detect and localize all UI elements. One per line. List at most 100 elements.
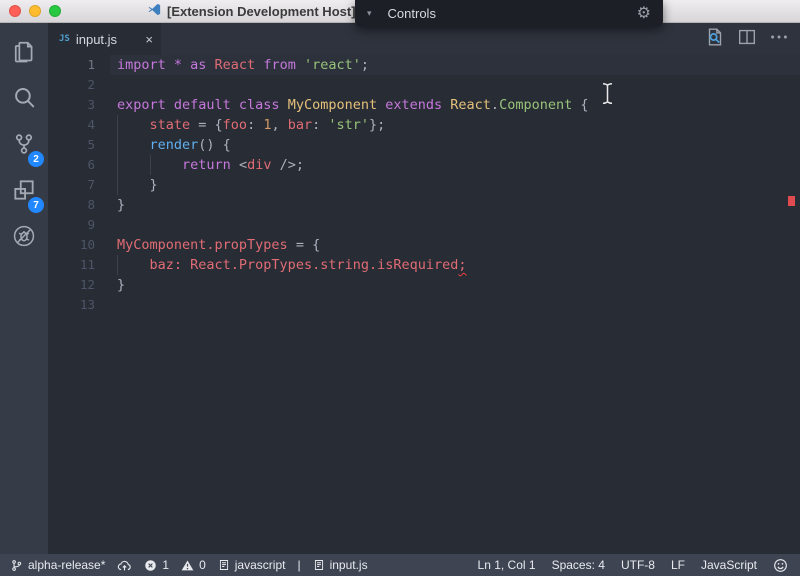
line-number: 8 [48,195,110,215]
split-editor-icon [736,26,758,53]
status-encoding[interactable]: UTF-8 [621,558,655,572]
indent-guide [117,175,118,195]
activity-item-source-control[interactable]: 2 [0,123,48,169]
tab-input-js[interactable]: JS input.js × [48,23,161,55]
code-line-9[interactable]: 9 [48,215,800,235]
code-token: React [450,97,491,113]
code-token: />; [271,157,304,173]
code-token: from [263,57,296,73]
overview-ruler[interactable] [786,55,800,554]
code-token: import * as [117,57,215,73]
code-line-12[interactable]: 12} [48,275,800,295]
activity-item-explorer[interactable] [0,31,48,77]
status-linter-language[interactable]: javascript [218,558,286,572]
line-content: render() { [110,135,231,155]
line-number: 4 [48,115,110,135]
line-number: 10 [48,235,110,255]
vscode-window: { "window": { "title": "[Extension Devel… [0,0,800,576]
activity-item-extensions[interactable]: 7 [0,169,48,215]
error-mark [788,196,795,206]
traffic-lights [0,5,61,17]
status-git-branch[interactable]: alpha-release* [10,558,105,572]
code-token: extends [385,97,442,113]
tab-close-icon[interactable]: × [145,32,153,47]
code-token: ; [458,257,466,273]
indent-guide [117,115,118,135]
code-token [117,117,150,133]
status-warnings[interactable]: 0 [181,558,206,572]
zoom-window-button[interactable] [49,5,61,17]
line-content: state = {foo: 1, bar: 'str'}; [110,115,385,135]
line-content [110,295,117,315]
status-feedback[interactable] [773,558,788,573]
smiley-icon [773,558,788,573]
code-line-4[interactable]: 4 state = {foo: 1, bar: 'str'}; [48,115,800,135]
code-line-10[interactable]: 10MyComponent.propTypes = { [48,235,800,255]
line-content: export default class MyComponent extends… [110,95,588,115]
status-publish[interactable] [117,558,132,573]
code-token: } [117,177,158,193]
status-errors[interactable]: 1 [144,558,169,572]
status-label: UTF-8 [621,558,655,572]
code-token [117,257,150,273]
status-indentation[interactable]: Spaces: 4 [552,558,605,572]
code-token: MyComponent [288,97,377,113]
line-number: 12 [48,275,110,295]
code-token: () { [198,137,231,153]
line-number: 1 [48,55,110,75]
status-linter-file[interactable]: input.js [313,558,368,572]
file-note-icon [313,559,325,571]
code-editor[interactable]: 1import * as React from 'react';23export… [48,55,800,554]
git-branch-small-icon [10,559,23,572]
status-label: 0 [199,558,206,572]
code-line-8[interactable]: 8} [48,195,800,215]
status-label: JavaScript [701,558,757,572]
minimize-window-button[interactable] [29,5,41,17]
code-line-2[interactable]: 2 [48,75,800,95]
explorer-icon [11,39,37,70]
search-icon [11,85,37,116]
code-token: foo [223,117,247,133]
line-number: 3 [48,95,110,115]
status-language-mode[interactable]: JavaScript [701,558,757,572]
code-token: bar [288,117,312,133]
activity-item-debug[interactable] [0,215,48,261]
status-label: | [297,558,300,572]
code-line-5[interactable]: 5 render() { [48,135,800,155]
code-token: MyComponent.propTypes [117,237,288,253]
more-actions-button[interactable] [766,26,792,52]
close-window-button[interactable] [9,5,21,17]
activity-item-search[interactable] [0,77,48,123]
indent-guide [117,155,118,175]
indent-guide [150,155,151,175]
editor-actions [702,23,792,55]
code-line-1[interactable]: 1import * as React from 'react'; [48,55,800,75]
open-preview-icon [704,26,726,53]
status-eol[interactable]: LF [671,558,685,572]
code-token: { [572,97,588,113]
code-line-7[interactable]: 7 } [48,175,800,195]
chevron-down-icon[interactable]: ▾ [367,8,372,19]
line-content: } [110,275,125,295]
code-line-13[interactable]: 13 [48,295,800,315]
warning-icon [181,559,194,572]
code-token: . [491,97,499,113]
code-line-3[interactable]: 3export default class MyComponent extend… [48,95,800,115]
status-bar: alpha-release* 1 0 javascript | input.js Ln 1… [0,554,800,576]
open-preview-button[interactable] [702,26,728,52]
code-token: : [312,117,328,133]
gear-icon[interactable]: ⚙ [637,6,651,22]
code-token [296,57,304,73]
code-line-6[interactable]: 6 return <div />; [48,155,800,175]
code-token [117,137,150,153]
code-line-11[interactable]: 11 baz: React.PropTypes.string.isRequire… [48,255,800,275]
code-token: < [231,157,247,173]
debug-icon [11,223,37,254]
file-note-icon [218,559,230,571]
code-token: state [150,117,191,133]
line-content [110,75,117,95]
split-editor-button[interactable] [734,26,760,52]
status-cursor-position[interactable]: Ln 1, Col 1 [478,558,536,572]
status-label: LF [671,558,685,572]
cloud-upload-icon [117,558,132,573]
